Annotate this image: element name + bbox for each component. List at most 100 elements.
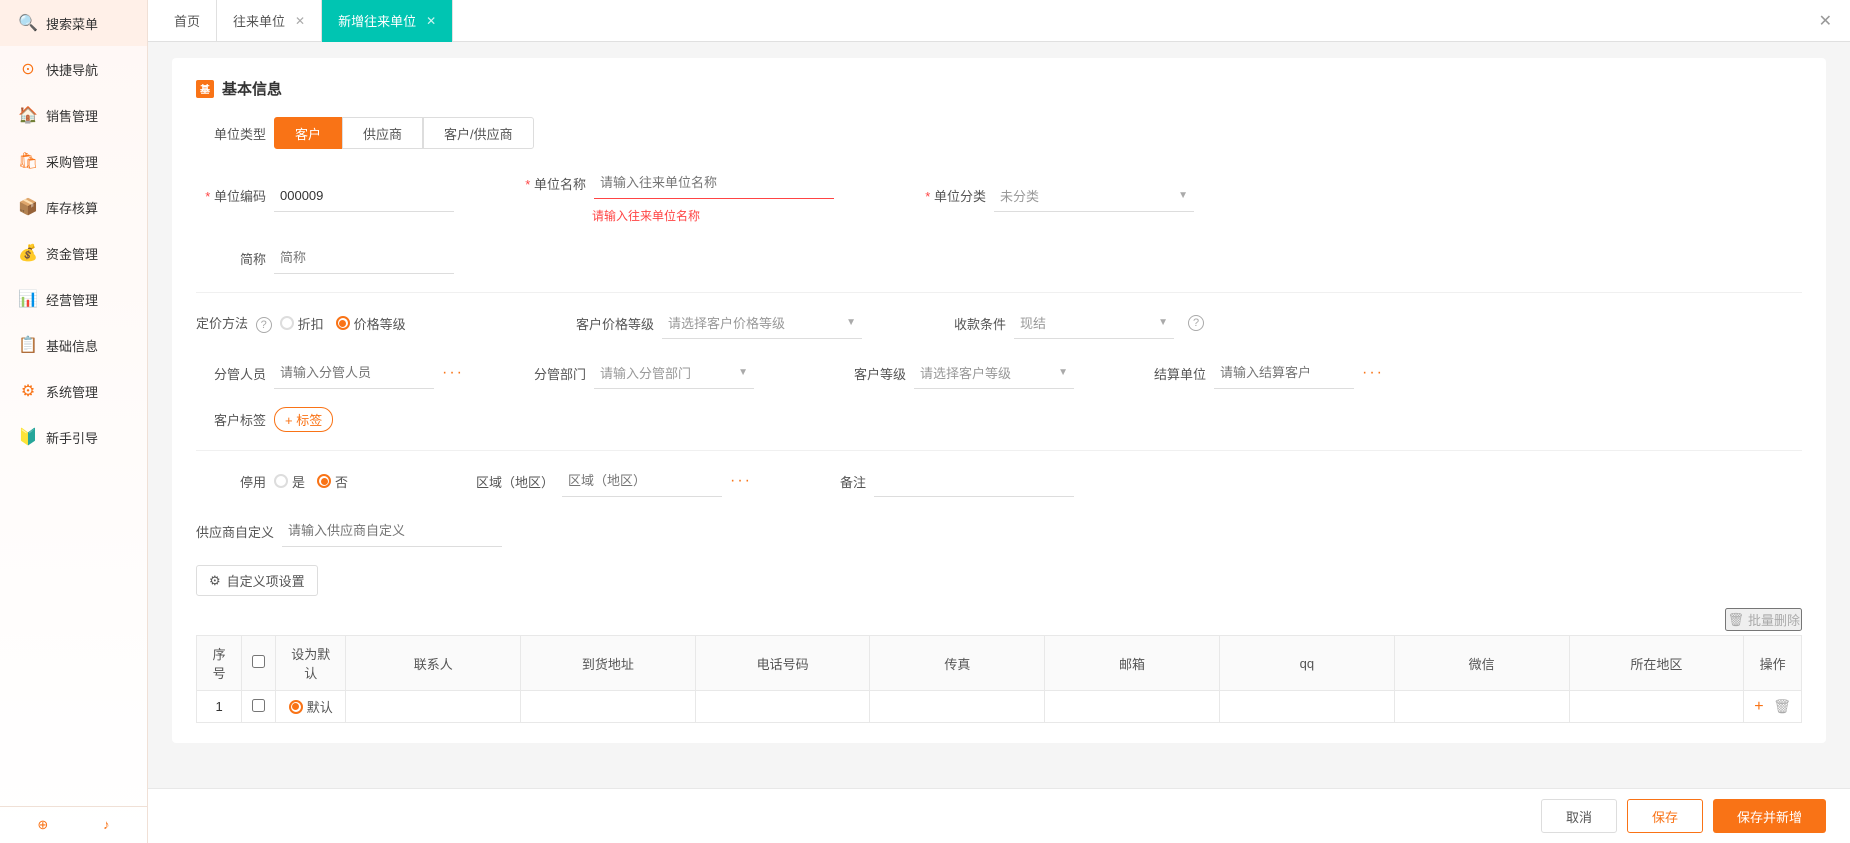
row-wechat-input[interactable] (1405, 699, 1559, 714)
region-more-icon[interactable]: ··· (730, 472, 752, 490)
region-input[interactable] (562, 465, 722, 497)
unit-name-label: * 单位名称 (516, 174, 586, 193)
unit-name-input[interactable] (594, 167, 834, 199)
row-delete-button[interactable]: 🗑 (1773, 698, 1791, 714)
disabled-no-radio[interactable]: 否 (317, 472, 348, 491)
contact-table-header: 序号 设为默认 联系人 到货地址 电话号码 传真 邮箱 qq 微信 所在地区 操… (197, 636, 1802, 691)
tab-units[interactable]: 往来单位 ✕ (217, 0, 322, 42)
row-short-name: 简称 (196, 242, 1802, 274)
short-name-input[interactable] (274, 242, 454, 274)
payment-terms-help-icon[interactable]: ? (1188, 315, 1204, 331)
manager-label: 分管人员 (196, 364, 266, 383)
row-fax-input[interactable] (880, 699, 1034, 714)
pricing-level-radio[interactable]: 价格等级 (336, 314, 406, 333)
unit-code-input[interactable] (274, 180, 454, 212)
sidebar-item-system[interactable]: ⚙ 系统管理 (0, 368, 147, 414)
custom-settings-button[interactable]: ⚙ 自定义项设置 (196, 565, 318, 596)
tabs-bar: 首页 往来单位 ✕ 新增往来单位 ✕ ✕ (148, 0, 1850, 42)
sidebar-item-label: 销售管理 (46, 106, 98, 125)
manager-input[interactable] (274, 357, 434, 389)
row-email-input[interactable] (1055, 699, 1209, 714)
footer-bar: 取消 保存 保存并新增 (148, 788, 1850, 843)
select-all-checkbox[interactable] (252, 655, 265, 668)
sidebar-item-label: 采购管理 (46, 152, 98, 171)
unit-category-select[interactable]: 未分类 ▼ (994, 180, 1194, 212)
unit-type-customer-button[interactable]: 客户 (274, 117, 342, 149)
tab-new-unit-label: 新增往来单位 (338, 11, 416, 30)
col-qq: qq (1219, 636, 1394, 691)
unit-type-supplier-button[interactable]: 供应商 (342, 117, 423, 149)
settlement-unit-input[interactable] (1214, 357, 1354, 389)
purchase-icon: 🛍 (18, 151, 38, 171)
row-email (1045, 691, 1220, 723)
manager-more-icon[interactable]: ··· (442, 364, 464, 382)
sales-icon: 🏠 (18, 105, 38, 125)
group-pricing-method: 定价方法 ? 折扣 价格等级 (196, 313, 576, 333)
row-address-input[interactable] (531, 699, 685, 714)
row-phone-input[interactable] (706, 699, 860, 714)
sidebar-item-label: 系统管理 (46, 382, 98, 401)
sidebar-item-quicknav[interactable]: ⊙ 快捷导航 (0, 46, 147, 92)
pricing-level-circle (336, 316, 350, 330)
sidebar-item-inventory[interactable]: 📦 库存核算 (0, 184, 147, 230)
supplier-custom-input[interactable] (282, 515, 502, 547)
group-settlement-unit: 结算单位 ··· (1136, 357, 1456, 389)
required-star3: * (925, 189, 930, 204)
save-button[interactable]: 保存 (1627, 799, 1703, 833)
pricing-discount-radio[interactable]: 折扣 (280, 314, 324, 333)
pricing-help-icon[interactable]: ? (256, 317, 272, 333)
sidebar-bottom-icon2[interactable]: ♪ (103, 817, 110, 833)
remarks-input[interactable] (874, 465, 1074, 497)
row-checkbox[interactable] (252, 699, 265, 712)
search-icon: 🔍 (18, 13, 38, 33)
col-email: 邮箱 (1045, 636, 1220, 691)
sidebar-item-finance[interactable]: 💰 资金管理 (0, 230, 147, 276)
tab-new-unit[interactable]: 新增往来单位 ✕ (322, 0, 453, 42)
col-fax: 传真 (870, 636, 1045, 691)
unit-code-label: * 单位编码 (196, 186, 266, 205)
unit-name-error: 请输入往来单位名称 (592, 209, 700, 223)
sidebar-item-sales[interactable]: 🏠 销售管理 (0, 92, 147, 138)
sidebar-item-guide[interactable]: 🔰 新手引导 (0, 414, 147, 460)
tab-home[interactable]: 首页 (158, 0, 217, 42)
add-tag-button[interactable]: + 标签 (274, 407, 333, 432)
payment-terms-value: 现结 (1020, 313, 1158, 332)
group-remarks: 备注 (796, 465, 1096, 497)
row-seq: 1 (197, 691, 242, 723)
page-content: 基 基本信息 单位类型 客户 供应商 客户/供应商 * 单位编码 (148, 42, 1850, 788)
finance-icon: 💰 (18, 243, 38, 263)
settlement-unit-more-icon[interactable]: ··· (1362, 364, 1384, 382)
dept-label: 分管部门 (516, 364, 586, 383)
sidebar-item-operations[interactable]: 📊 经营管理 (0, 276, 147, 322)
customer-price-level-select[interactable]: 请选择客户价格等级 ▼ (662, 307, 862, 339)
customer-level-label: 客户等级 (836, 364, 906, 383)
cancel-button[interactable]: 取消 (1541, 799, 1617, 833)
tab-new-unit-close[interactable]: ✕ (426, 14, 436, 28)
disabled-no-inner (321, 478, 328, 485)
tab-units-close[interactable]: ✕ (295, 14, 305, 28)
disabled-radio-group: 是 否 (274, 472, 348, 491)
row-default-radio[interactable]: 默认 (286, 697, 335, 716)
customer-tag-label: 客户标签 (196, 410, 266, 429)
dept-select[interactable]: 请输入分管部门 ▼ (594, 357, 754, 389)
sidebar-item-purchase[interactable]: 🛍 采购管理 (0, 138, 147, 184)
row-qq-input[interactable] (1230, 699, 1384, 714)
row-supplier-custom: 供应商自定义 (196, 515, 1802, 547)
tabs-close-all-button[interactable]: ✕ (1811, 7, 1840, 35)
disabled-yes-radio[interactable]: 是 (274, 472, 305, 491)
settlement-unit-label: 结算单位 (1136, 364, 1206, 383)
form-divider-1 (196, 292, 1802, 293)
sidebar-item-label: 搜索菜单 (46, 14, 98, 33)
sidebar-item-basics[interactable]: 📋 基础信息 (0, 322, 147, 368)
unit-type-both-button[interactable]: 客户/供应商 (423, 117, 534, 149)
sidebar-item-search[interactable]: 🔍 搜索菜单 (0, 0, 147, 46)
row-region-input[interactable] (1580, 699, 1734, 714)
payment-terms-select[interactable]: 现结 ▼ (1014, 307, 1174, 339)
row-contact-input[interactable] (356, 699, 510, 714)
customer-level-select[interactable]: 请选择客户等级 ▼ (914, 357, 1074, 389)
save-new-button[interactable]: 保存并新增 (1713, 799, 1826, 833)
disabled-yes-circle (274, 474, 288, 488)
batch-delete-button[interactable]: 🗑 批量删除 (1725, 608, 1802, 631)
row-add-button[interactable]: + (1754, 698, 1763, 715)
sidebar-bottom-icon1[interactable]: ⊕ (37, 817, 48, 833)
